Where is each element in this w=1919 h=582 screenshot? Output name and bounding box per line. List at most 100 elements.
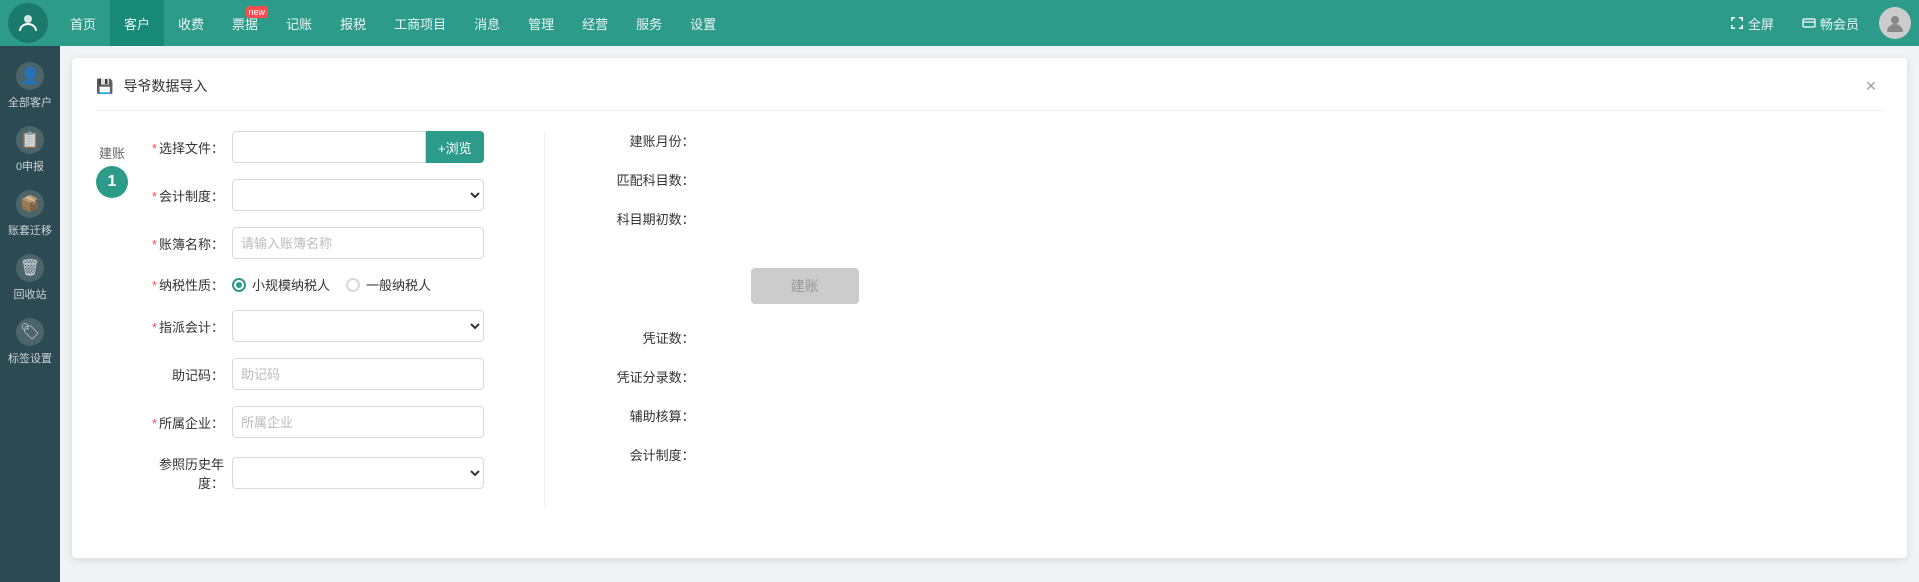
form-divider (544, 131, 545, 508)
file-input-group: +浏览 (232, 131, 484, 163)
modal-close-button[interactable]: × (1859, 74, 1883, 98)
step-label: 建账 (99, 135, 125, 162)
nav-right-area: 全屏 畅会员 (1722, 7, 1911, 39)
company-label: *所属企业： (144, 413, 224, 432)
top-navigation: 首页 客户 收费 票据 new 记账 报税 工商项目 消息 管理 经营 服务 设… (0, 0, 1919, 46)
right-accounting-system-label: 会计制度： (605, 445, 695, 464)
nav-settings[interactable]: 设置 (676, 0, 730, 46)
right-field-accounting-system: 会计制度： (605, 445, 1005, 464)
modal-header: 💾 导爷数据导入 × (96, 74, 1883, 111)
file-input[interactable] (232, 131, 426, 163)
sidebar-item-tags-label: 标签设置 (8, 350, 52, 366)
fullscreen-icon (1730, 16, 1744, 30)
voucher-count-label: 凭证数： (605, 328, 695, 347)
app-logo (8, 3, 48, 43)
tax-type-row: *纳税性质： 小规模纳税人 一般纳税人 (144, 275, 484, 294)
assist-code-row: 助记码： (144, 358, 484, 390)
user-avatar[interactable] (1879, 7, 1911, 39)
migrate-icon: 📦 (16, 190, 44, 218)
main-layout: 👤 全部客户 📋 0申报 📦 账套迁移 🗑 回收站 🏷 标签设置 💾 导 (0, 46, 1919, 582)
step-section: 建账 1 *选择文件： +浏览 (96, 131, 484, 508)
assist-code-input[interactable] (232, 358, 484, 390)
file-select-row: *选择文件： +浏览 (144, 131, 484, 163)
right-field-match-subjects: 匹配科目数： (605, 170, 1005, 189)
ledger-name-label: *账簿名称： (144, 234, 224, 253)
fullscreen-button[interactable]: 全屏 (1722, 10, 1782, 37)
assist-code-label: 助记码： (144, 365, 224, 384)
form-body: 建账 1 *选择文件： +浏览 (96, 131, 1883, 508)
nav-service[interactable]: 服务 (622, 0, 676, 46)
history-year-label: 参照历史年度： (144, 454, 224, 492)
member-label: 畅会员 (1820, 14, 1859, 33)
nav-tax[interactable]: 报税 (326, 0, 380, 46)
accounting-system-select[interactable]: 小企业会计准则 企业会计准则 (232, 179, 484, 211)
tax-type-radio-group: 小规模纳税人 一般纳税人 (232, 275, 484, 294)
match-subjects-label: 匹配科目数： (605, 170, 695, 189)
nav-manage[interactable]: 管理 (514, 0, 568, 46)
file-select-label: *选择文件： (144, 138, 224, 157)
all-customers-icon: 👤 (16, 62, 44, 90)
accounting-system-row: *会计制度： 小企业会计准则 企业会计准则 (144, 179, 484, 211)
nav-fee[interactable]: 收费 (164, 0, 218, 46)
right-field-build-month: 建账月份： (605, 131, 1005, 150)
import-icon: 💾 (96, 78, 113, 95)
company-row: *所属企业： (144, 406, 484, 438)
browse-button[interactable]: +浏览 (426, 131, 484, 163)
tags-icon: 🏷 (16, 318, 44, 346)
voucher-entries-label: 凭证分录数： (605, 367, 695, 386)
sidebar-item-zero-declare[interactable]: 📋 0申报 (0, 118, 60, 182)
tax-type-small[interactable]: 小规模纳税人 (232, 275, 330, 294)
history-year-select[interactable] (232, 457, 484, 489)
zero-declare-icon: 📋 (16, 126, 44, 154)
nav-customer[interactable]: 客户 (110, 0, 164, 46)
step-badge: 1 (96, 166, 128, 198)
aux-accounting-label: 辅助核算： (605, 406, 695, 425)
sidebar-item-migrate[interactable]: 📦 账套迁移 (0, 182, 60, 246)
assign-accountant-row: *指派会计： (144, 310, 484, 342)
nav-invoice[interactable]: 票据 new (218, 0, 272, 46)
radio-general-dot (346, 278, 360, 292)
ledger-name-input[interactable] (232, 227, 484, 259)
modal-title: 💾 导爷数据导入 (96, 76, 207, 96)
modal-title-text: 导爷数据导入 (123, 76, 207, 96)
modal-card: 💾 导爷数据导入 × 建账 1 (72, 58, 1907, 558)
right-field-subject-opening: 科目期初数： (605, 209, 1005, 228)
assign-accountant-select[interactable] (232, 310, 484, 342)
content-area: 💾 导爷数据导入 × 建账 1 (60, 46, 1919, 582)
assign-accountant-label: *指派会计： (144, 317, 224, 336)
right-field-voucher-count: 凭证数： (605, 328, 1005, 347)
sidebar-item-recycle[interactable]: 🗑 回收站 (0, 246, 60, 310)
nav-home[interactable]: 首页 (56, 0, 110, 46)
nav-operation[interactable]: 经营 (568, 0, 622, 46)
avatar-icon (1884, 12, 1906, 34)
nav-message[interactable]: 消息 (460, 0, 514, 46)
right-field-aux-accounting: 辅助核算： (605, 406, 1005, 425)
company-input[interactable] (232, 406, 484, 438)
sidebar-item-zero-declare-label: 0申报 (16, 158, 44, 174)
nav-bookkeeping[interactable]: 记账 (272, 0, 326, 46)
member-icon (1802, 16, 1816, 30)
tax-type-general[interactable]: 一般纳税人 (346, 275, 431, 294)
right-panel: 建账月份： 匹配科目数： 科目期初数： 建账 (605, 131, 1005, 508)
tax-type-label: *纳税性质： (144, 275, 224, 294)
subject-opening-label: 科目期初数： (605, 209, 695, 228)
member-button[interactable]: 畅会员 (1794, 10, 1867, 37)
sidebar-item-recycle-label: 回收站 (14, 286, 47, 302)
nav-menu: 首页 客户 收费 票据 new 记账 报税 工商项目 消息 管理 经营 服务 设… (56, 0, 1722, 46)
sidebar-item-tags[interactable]: 🏷 标签设置 (0, 310, 60, 374)
sidebar: 👤 全部客户 📋 0申报 📦 账套迁移 🗑 回收站 🏷 标签设置 (0, 46, 60, 582)
new-badge: new (246, 6, 269, 18)
sidebar-item-all-customers[interactable]: 👤 全部客户 (0, 54, 60, 118)
build-month-label: 建账月份： (605, 131, 695, 150)
ledger-name-row: *账簿名称： (144, 227, 484, 259)
logo-icon (16, 11, 40, 35)
right-field-voucher-entries: 凭证分录数： (605, 367, 1005, 386)
form-fields: *选择文件： +浏览 *会计制度： (144, 131, 484, 508)
sidebar-item-all-customers-label: 全部客户 (8, 94, 52, 110)
accounting-system-label: *会计制度： (144, 186, 224, 205)
radio-small-dot (232, 278, 246, 292)
sidebar-item-migrate-label: 账套迁移 (8, 222, 52, 238)
build-account-button[interactable]: 建账 (751, 268, 859, 304)
recycle-icon: 🗑 (16, 254, 44, 282)
nav-business[interactable]: 工商项目 (380, 0, 460, 46)
